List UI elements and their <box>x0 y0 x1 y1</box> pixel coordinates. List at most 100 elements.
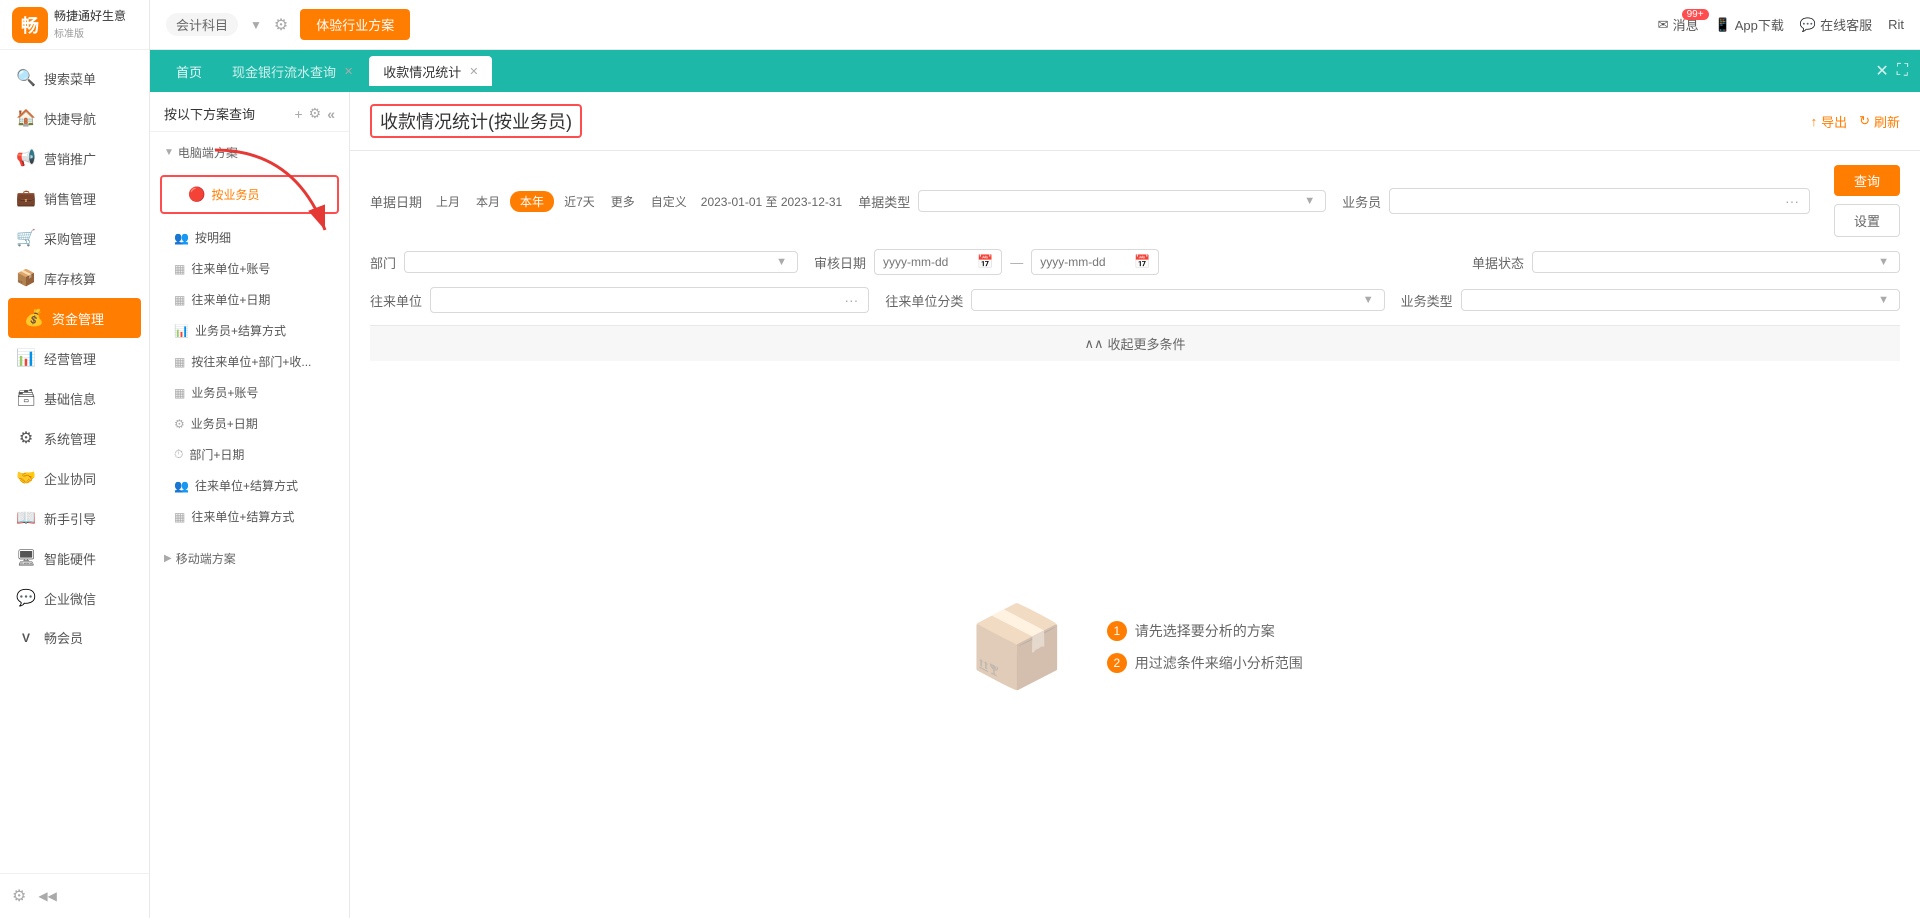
sidebar-nav: 🔍 搜索菜单 🏠 快捷导航 📢 营销推广 💼 销售管理 🛒 采购管理 📦 <box>0 50 149 873</box>
query-button[interactable]: 查询 <box>1834 165 1900 196</box>
panel-item-staff-payment[interactable]: 📊 业务员+结算方式 <box>150 315 349 346</box>
staff-date-icon: ⚙ <box>174 417 185 431</box>
staff-label: 业务员 <box>1342 192 1381 211</box>
doc-status-select[interactable]: ▼ <box>1532 251 1900 273</box>
message-icon: ✉ <box>1658 17 1669 33</box>
dropdown-icon[interactable]: ▼ <box>250 18 262 32</box>
panel-item-unit-date[interactable]: ▦ 往来单位+日期 <box>150 284 349 315</box>
sidebar-item-wechat[interactable]: 💬 企业微信 <box>0 578 149 618</box>
online-service-button[interactable]: 💬 在线客服 <box>1800 15 1872 34</box>
empty-illustration: 📦 <box>967 600 1067 694</box>
audit-date-to[interactable]: 📅 <box>1031 249 1159 275</box>
hint-num-2: 2 <box>1107 653 1127 673</box>
partner-select[interactable]: ··· <box>430 287 869 313</box>
audit-date-from[interactable]: 📅 <box>874 249 1002 275</box>
sidebar-collapse-icon[interactable]: ◀◀ <box>38 889 56 903</box>
tab-home[interactable]: 首页 <box>162 56 216 86</box>
empty-hints: 1 请先选择要分析的方案 2 用过滤条件来缩小分析范围 <box>1107 621 1303 673</box>
sidebar-item-marketing[interactable]: 📢 营销推广 <box>0 138 149 178</box>
dept-date-icon: ⏱ <box>174 447 183 462</box>
tab-bank[interactable]: 现金银行流水查询 ✕ <box>218 56 367 86</box>
app-icon: 📱 <box>1715 17 1731 33</box>
message-badge: 99+ <box>1682 9 1709 20</box>
tab-receipt[interactable]: 收款情况统计 ✕ <box>369 56 492 86</box>
doc-type-field: 单据类型 ▼ <box>858 190 1326 212</box>
tab-close-all-icon[interactable]: ✕ <box>1875 61 1888 81</box>
panel-item-unit-payment2[interactable]: ▦ 往来单位+结算方式 <box>150 501 349 532</box>
date-tab-thisyear[interactable]: 本年 <box>510 191 554 212</box>
panel-add-icon[interactable]: + <box>294 106 302 122</box>
hint-item-2: 2 用过滤条件来缩小分析范围 <box>1107 653 1303 673</box>
trial-button[interactable]: 体验行业方案 <box>300 9 410 40</box>
tab-bar: 首页 现金银行流水查询 ✕ 收款情况统计 ✕ ✕ ⛶ <box>150 50 1920 92</box>
panel-item-unit-account[interactable]: ▦ 往来单位+账号 <box>150 253 349 284</box>
finance-icon: 💰 <box>24 308 44 328</box>
header-settings-icon[interactable]: ⚙ <box>274 15 288 35</box>
dept-field: 部门 ▼ <box>370 251 798 273</box>
tab-bank-close-icon[interactable]: ✕ <box>344 65 353 78</box>
messages-button[interactable]: ✉ 消息 99+ <box>1658 15 1699 34</box>
date-range-display: 2023-01-01 至 2023-12-31 <box>701 193 842 210</box>
sidebar-item-corp[interactable]: 🤝 企业协同 <box>0 458 149 498</box>
sidebar-item-search[interactable]: 🔍 搜索菜单 <box>0 58 149 98</box>
panel-item-dept-date[interactable]: ⏱ 部门+日期 <box>150 439 349 470</box>
date-tab-lastmonth[interactable]: 上月 <box>430 191 466 212</box>
user-avatar[interactable]: Rit <box>1888 17 1904 32</box>
member-icon: V <box>16 631 36 645</box>
marketing-icon: 📢 <box>16 148 36 168</box>
audit-to-calendar-icon[interactable]: 📅 <box>1134 254 1150 270</box>
main-area: 会计科目 ▼ ⚙ 体验行业方案 ✉ 消息 99+ 📱 App下载 💬 在线客服 <box>150 0 1920 918</box>
export-icon: ↑ <box>1811 114 1818 129</box>
audit-from-calendar-icon[interactable]: 📅 <box>977 254 993 270</box>
partner-category-select[interactable]: ▼ <box>971 289 1384 311</box>
unit-account-icon: ▦ <box>174 262 185 276</box>
sidebar-item-basic[interactable]: 🗃 基础信息 <box>0 378 149 418</box>
app-download-button[interactable]: 📱 App下载 <box>1715 15 1784 34</box>
header-bar: 会计科目 ▼ ⚙ 体验行业方案 ✉ 消息 99+ 📱 App下载 💬 在线客服 <box>150 0 1920 50</box>
sidebar-item-quicknav[interactable]: 🏠 快捷导航 <box>0 98 149 138</box>
sidebar-item-hardware[interactable]: 🖥 智能硬件 <box>0 538 149 578</box>
tab-receipt-close-icon[interactable]: ✕ <box>469 65 478 78</box>
staff-more-icon[interactable]: ··· <box>1785 193 1799 209</box>
partner-category-field: 往来单位分类 ▼ <box>885 289 1384 311</box>
biz-type-select[interactable]: ▼ <box>1461 289 1900 311</box>
collapse-button[interactable]: ∧∧ 收起更多条件 <box>370 325 1900 361</box>
date-tab-custom[interactable]: 自定义 <box>645 191 693 212</box>
sidebar-settings-icon[interactable]: ⚙ <box>12 886 26 906</box>
audit-from-input[interactable] <box>883 255 973 269</box>
date-tab-thismonth[interactable]: 本月 <box>470 191 506 212</box>
type-select[interactable]: ▼ <box>918 190 1326 212</box>
date-tab-7days[interactable]: 近7天 <box>558 191 601 212</box>
panel-item-unit-payment1[interactable]: 👥 往来单位+结算方式 <box>150 470 349 501</box>
staff-select[interactable]: ··· <box>1389 188 1810 214</box>
refresh-button[interactable]: ↻ 刷新 <box>1859 112 1900 131</box>
sidebar-item-system[interactable]: ⚙ 系统管理 <box>0 418 149 458</box>
sidebar-item-purchase[interactable]: 🛒 采购管理 <box>0 218 149 258</box>
desktop-section-header[interactable]: ▼ 电脑端方案 <box>150 138 349 167</box>
panel-item-staff-account[interactable]: ▦ 业务员+账号 <box>150 377 349 408</box>
sidebar-item-member[interactable]: V 畅会员 <box>0 618 149 657</box>
sidebar-item-finance[interactable]: 💰 资金管理 <box>8 298 141 338</box>
panel-settings-icon[interactable]: ⚙ <box>309 105 322 122</box>
logo-icon: 畅 <box>12 7 48 43</box>
sidebar-item-guide[interactable]: 📖 新手引导 <box>0 498 149 538</box>
partner-more-icon[interactable]: ··· <box>844 292 858 308</box>
panel-item-unit-dept[interactable]: ▦ 按往来单位+部门+收... <box>150 346 349 377</box>
tab-expand-icon[interactable]: ⛶ <box>1897 62 1908 80</box>
panel-item-by-staff[interactable]: 🔴 按业务员 <box>164 179 335 210</box>
settings-button[interactable]: 设置 <box>1834 204 1900 237</box>
mobile-section-expand-icon: ▶ <box>164 553 172 564</box>
sidebar-item-operation[interactable]: 📊 经营管理 <box>0 338 149 378</box>
hardware-icon: 🖥 <box>16 548 36 568</box>
mobile-section-header[interactable]: ▶ 移动端方案 <box>150 544 349 573</box>
partner-field: 往来单位 ··· <box>370 287 869 313</box>
panel-item-by-detail[interactable]: 👥 按明细 <box>150 222 349 253</box>
audit-to-input[interactable] <box>1040 255 1130 269</box>
sidebar-item-sales[interactable]: 💼 销售管理 <box>0 178 149 218</box>
sidebar-item-inventory[interactable]: 📦 库存核算 <box>0 258 149 298</box>
date-tab-more[interactable]: 更多 <box>605 191 641 212</box>
panel-item-staff-date[interactable]: ⚙ 业务员+日期 <box>150 408 349 439</box>
panel-collapse-icon[interactable]: « <box>327 106 335 122</box>
export-button[interactable]: ↑ 导出 <box>1811 112 1848 131</box>
dept-select[interactable]: ▼ <box>404 251 798 273</box>
